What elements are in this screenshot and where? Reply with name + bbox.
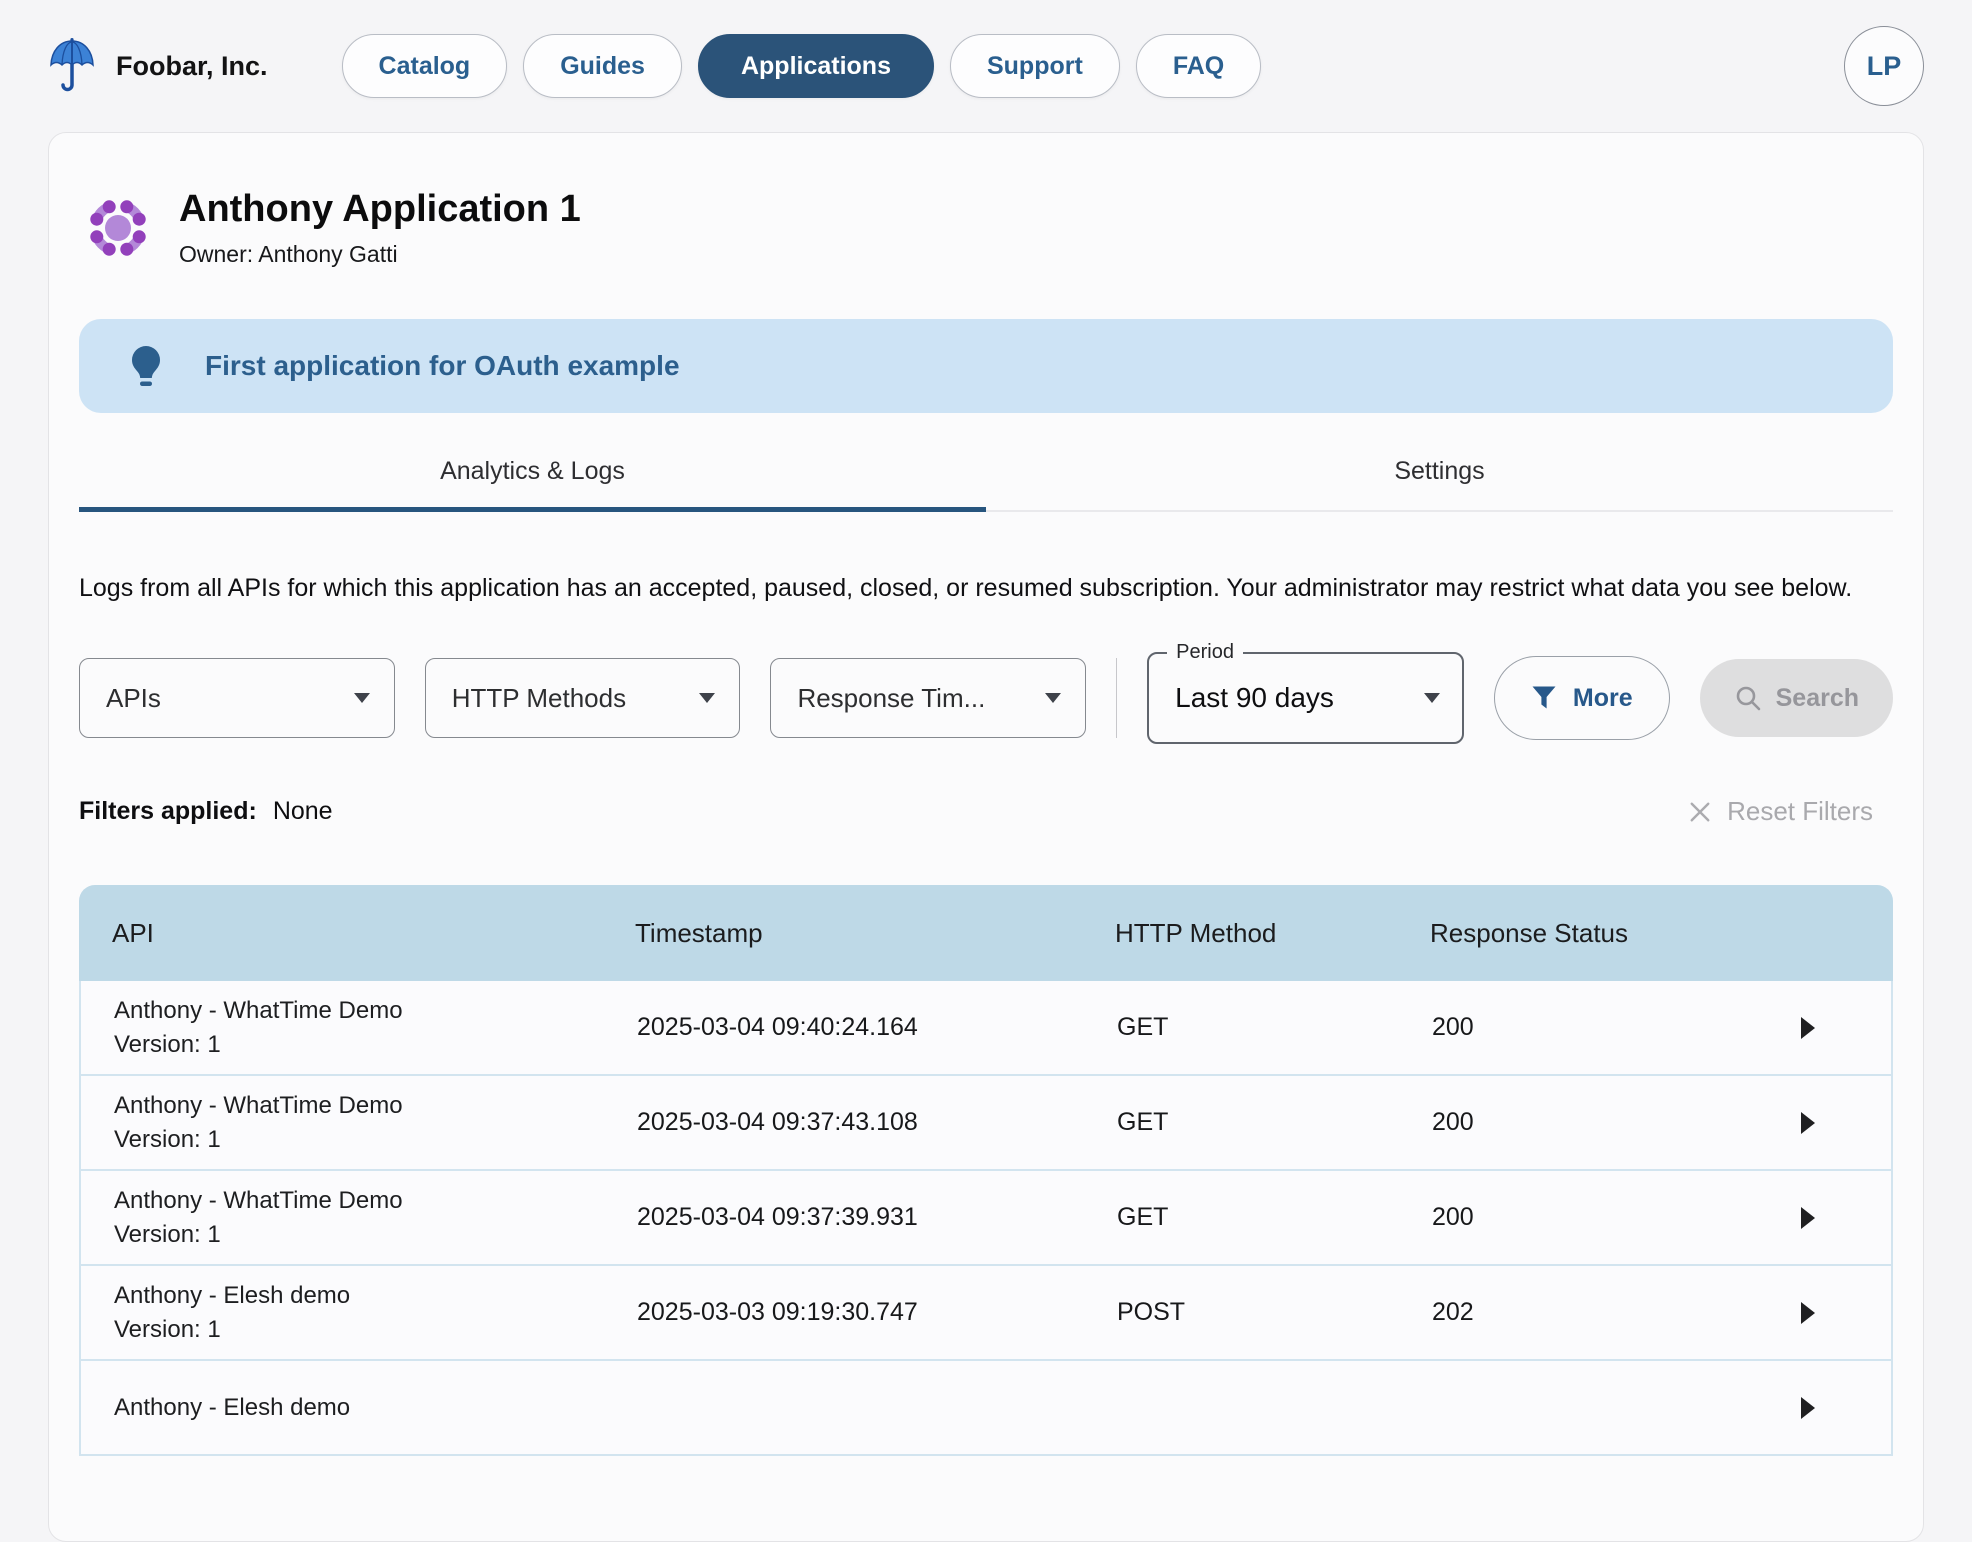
nav-item-faq[interactable]: FAQ — [1135, 34, 1262, 98]
column-api: API — [112, 917, 154, 948]
response-time-filter-label: Response Tim... — [797, 682, 986, 713]
timestamp-cell: 2025-03-04 09:37:43.108 — [637, 1108, 918, 1137]
top-nav: Foobar, Inc. Catalog Guides Applications… — [0, 0, 1972, 132]
response-status-cell: 200 — [1432, 1108, 1474, 1137]
table-row[interactable]: Anthony - WhatTime Demo Version: 1 2025-… — [79, 1171, 1893, 1267]
api-cell: Anthony - Elesh demo — [114, 1391, 637, 1425]
application-dots-icon — [90, 200, 146, 256]
brand-name: Foobar, Inc. — [116, 50, 268, 81]
tab-settings[interactable]: Settings — [986, 439, 1893, 512]
filters-applied-text: Filters applied: None — [79, 797, 333, 826]
api-name: Anthony - WhatTime Demo — [114, 1092, 403, 1120]
filters-applied-label: Filters applied: — [79, 797, 257, 826]
nav-item-guides[interactable]: Guides — [523, 34, 682, 98]
api-cell: Anthony - WhatTime Demo Version: 1 — [114, 1184, 637, 1251]
period-value: Last 90 days — [1175, 682, 1334, 714]
api-cell: Anthony - Elesh demo Version: 1 — [114, 1279, 637, 1346]
column-response-status: Response Status — [1430, 917, 1629, 948]
expand-row-icon[interactable] — [1801, 1111, 1815, 1134]
nav-item-support[interactable]: Support — [949, 34, 1120, 98]
banner-text: First application for OAuth example — [205, 350, 680, 381]
page-title: Anthony Application 1 — [179, 188, 581, 230]
filters-applied-value: None — [272, 797, 333, 826]
response-status-cell: 202 — [1432, 1298, 1474, 1327]
table-row[interactable]: Anthony - Elesh demo Version: 1 2025-03-… — [79, 1266, 1893, 1362]
umbrella-logo-icon — [50, 38, 94, 92]
http-method-cell: GET — [1117, 1108, 1169, 1137]
table-row[interactable]: Anthony - WhatTime Demo Version: 1 2025-… — [79, 1076, 1893, 1172]
filter-funnel-icon — [1532, 686, 1556, 709]
close-icon — [1690, 802, 1710, 822]
column-timestamp: Timestamp — [635, 917, 763, 948]
tab-analytics-logs[interactable]: Analytics & Logs — [79, 439, 986, 512]
chevron-down-icon — [1045, 693, 1062, 704]
expand-row-icon[interactable] — [1801, 1206, 1815, 1229]
more-filters-label: More — [1572, 683, 1633, 712]
filter-divider — [1116, 658, 1118, 739]
api-version: Version: 1 — [114, 1125, 221, 1153]
api-name: Anthony - Elesh demo — [114, 1393, 351, 1421]
table-row[interactable]: Anthony - WhatTime Demo Version: 1 2025-… — [79, 981, 1893, 1077]
logs-table-header: API Timestamp HTTP Method Response Statu… — [79, 885, 1893, 982]
response-status-cell: 200 — [1432, 1013, 1474, 1042]
chevron-down-icon — [353, 693, 370, 704]
tab-bar: Analytics & Logs Settings — [79, 439, 1893, 512]
user-avatar[interactable]: LP — [1844, 26, 1924, 106]
response-status-cell: 200 — [1432, 1203, 1474, 1232]
http-methods-filter-label: HTTP Methods — [451, 682, 627, 713]
logs-description: Logs from all APIs for which this applic… — [79, 574, 1853, 602]
timestamp-cell: 2025-03-03 09:19:30.747 — [637, 1298, 918, 1327]
expand-row-icon[interactable] — [1801, 1396, 1815, 1419]
brand-home-link[interactable]: Foobar, Inc. — [48, 38, 268, 94]
http-method-cell: GET — [1117, 1203, 1169, 1232]
reset-filters-label: Reset Filters — [1727, 796, 1873, 827]
application-card: Anthony Application 1 Owner: Anthony Gat… — [48, 132, 1924, 1542]
api-name: Anthony - WhatTime Demo — [114, 1187, 403, 1215]
chevron-down-icon — [699, 693, 716, 704]
apis-filter-label: APIs — [106, 682, 161, 713]
search-label: Search — [1775, 683, 1859, 712]
expand-row-icon[interactable] — [1801, 1016, 1815, 1039]
search-icon — [1736, 686, 1760, 711]
table-row[interactable]: Anthony - Elesh demo — [79, 1361, 1893, 1457]
api-cell: Anthony - WhatTime Demo Version: 1 — [114, 1089, 637, 1156]
main-nav: Catalog Guides Applications Support FAQ — [341, 34, 1262, 98]
search-button[interactable]: Search — [1699, 659, 1893, 738]
timestamp-cell: 2025-03-04 09:40:24.164 — [637, 1013, 918, 1042]
column-http-method: HTTP Method — [1115, 917, 1277, 948]
logs-table: API Timestamp HTTP Method Response Statu… — [79, 885, 1893, 1457]
nav-item-catalog[interactable]: Catalog — [341, 34, 508, 98]
filter-toolbar: APIs HTTP Methods Response Tim... Period… — [79, 641, 1893, 745]
nav-item-applications[interactable]: Applications — [697, 34, 934, 98]
apis-filter-dropdown[interactable]: APIs — [79, 658, 395, 739]
app-owner: Owner: Anthony Gatti — [179, 241, 398, 267]
more-filters-button[interactable]: More — [1493, 656, 1670, 741]
reset-filters-button[interactable]: Reset Filters — [1689, 796, 1873, 827]
applied-filters-row: Filters applied: None Reset Filters — [79, 796, 1893, 827]
api-name: Anthony - Elesh demo — [114, 1282, 351, 1310]
api-version: Version: 1 — [114, 1030, 221, 1058]
http-method-cell: POST — [1117, 1298, 1186, 1327]
period-dropdown[interactable]: Period Last 90 days — [1147, 641, 1464, 745]
api-name: Anthony - WhatTime Demo — [114, 997, 403, 1025]
http-method-cell: GET — [1117, 1013, 1169, 1042]
period-legend: Period — [1167, 641, 1243, 665]
chevron-down-icon — [1423, 693, 1440, 704]
api-version: Version: 1 — [114, 1220, 221, 1248]
api-cell: Anthony - WhatTime Demo Version: 1 — [114, 994, 637, 1061]
http-methods-filter-dropdown[interactable]: HTTP Methods — [424, 658, 741, 739]
expand-row-icon[interactable] — [1801, 1301, 1815, 1324]
timestamp-cell: 2025-03-04 09:37:39.931 — [637, 1203, 918, 1232]
api-version: Version: 1 — [114, 1315, 221, 1343]
lightbulb-icon — [132, 346, 160, 386]
info-banner: First application for OAuth example — [79, 319, 1893, 413]
response-time-filter-dropdown[interactable]: Response Tim... — [770, 658, 1087, 739]
app-header: Anthony Application 1 Owner: Anthony Gat… — [79, 173, 1893, 283]
